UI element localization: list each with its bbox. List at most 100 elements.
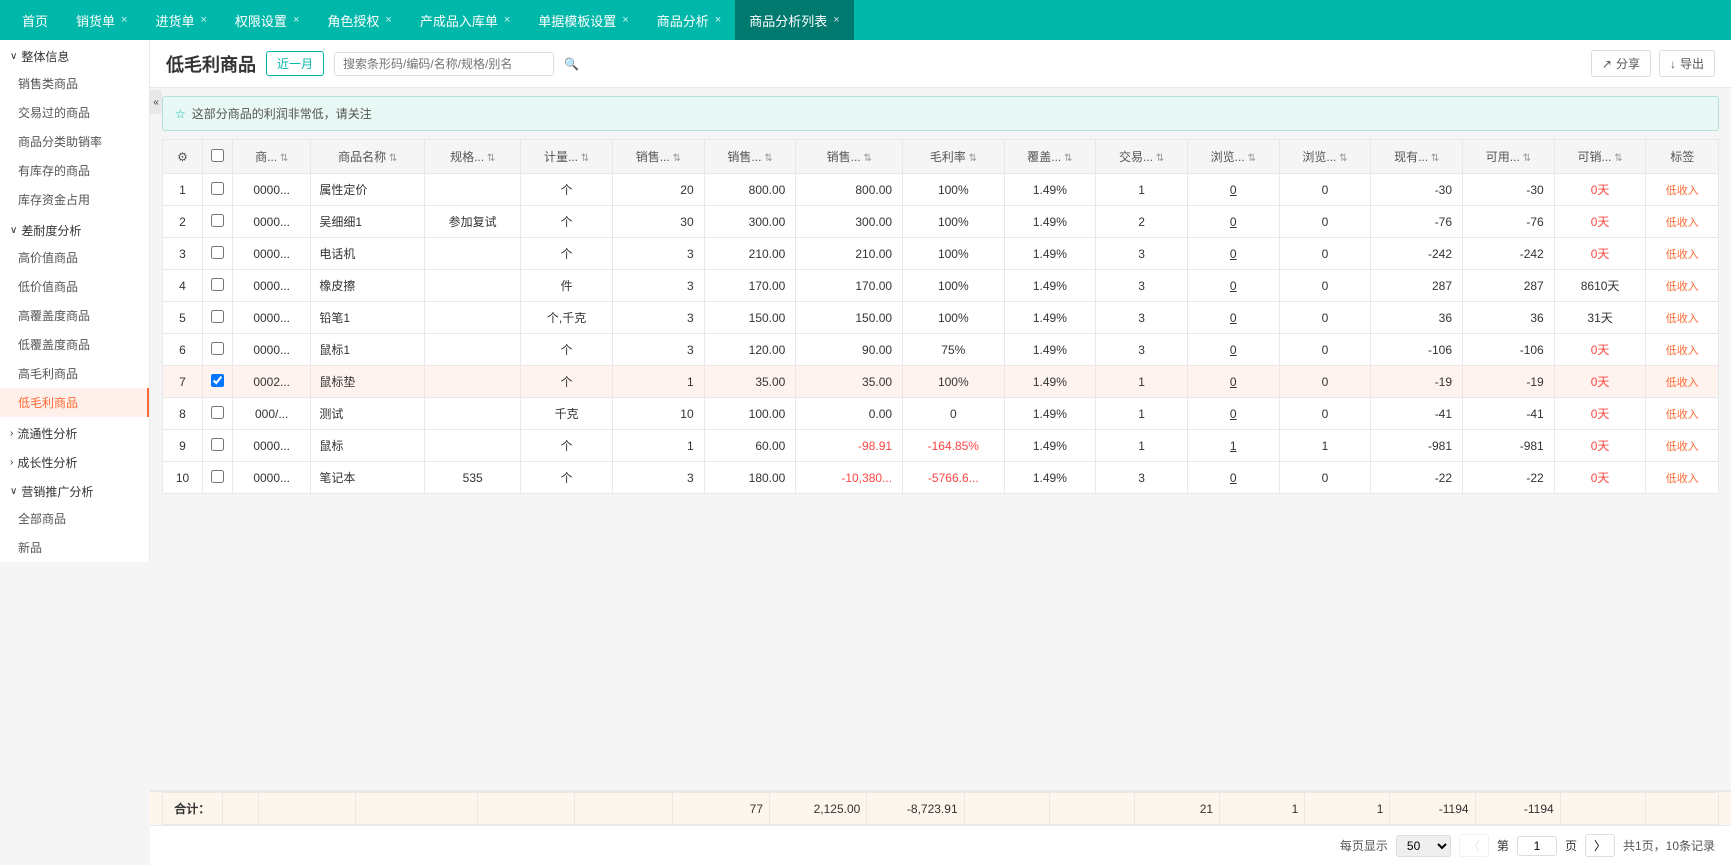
- row-browse1[interactable]: 0: [1187, 238, 1279, 270]
- row-browse1[interactable]: 0: [1187, 462, 1279, 494]
- row-checkbox[interactable]: [203, 334, 233, 366]
- sidebar-group-overview[interactable]: ∨ 整体信息: [0, 40, 149, 69]
- close-purchase-tab[interactable]: ×: [200, 14, 206, 26]
- row-browse1[interactable]: 0: [1187, 302, 1279, 334]
- page-size-select[interactable]: 50 100 200: [1396, 835, 1451, 857]
- nav-permissions[interactable]: 权限设置 ×: [221, 0, 313, 40]
- row-transactions: 1: [1096, 174, 1188, 206]
- close-analysis-list-tab[interactable]: ×: [833, 14, 839, 26]
- close-roles-tab[interactable]: ×: [385, 14, 391, 26]
- row-browse1[interactable]: 0: [1187, 366, 1279, 398]
- col-checkbox[interactable]: [203, 140, 233, 174]
- nav-analysis-list[interactable]: 商品分析列表 ×: [735, 0, 853, 40]
- export-button[interactable]: ↓ 导出: [1659, 50, 1715, 77]
- row-checkbox[interactable]: [203, 238, 233, 270]
- row-select-checkbox[interactable]: [211, 470, 224, 483]
- search-input[interactable]: [334, 52, 554, 76]
- sidebar-item-category-rate[interactable]: 商品分类助销率: [0, 127, 149, 156]
- row-browse1[interactable]: 0: [1187, 398, 1279, 430]
- sidebar-item-in-stock[interactable]: 有库存的商品: [0, 156, 149, 185]
- col-sales-profit[interactable]: 销售...: [796, 140, 903, 174]
- row-checkbox[interactable]: [203, 270, 233, 302]
- sidebar-item-sales-products[interactable]: 销售类商品: [0, 69, 149, 98]
- row-transactions: 1: [1096, 430, 1188, 462]
- row-spec: [425, 366, 521, 398]
- prev-page-button[interactable]: 〈: [1459, 834, 1489, 857]
- nav-sales[interactable]: 销货单 ×: [62, 0, 141, 40]
- row-select-checkbox[interactable]: [211, 214, 224, 227]
- row-select-checkbox[interactable]: [211, 310, 224, 323]
- sidebar-group-marketing[interactable]: ∨ 营销推广分析: [0, 475, 149, 504]
- sidebar-item-traded[interactable]: 交易过的商品: [0, 98, 149, 127]
- nav-product-analysis[interactable]: 商品分析 ×: [643, 0, 735, 40]
- row-select-checkbox[interactable]: [211, 438, 224, 451]
- nav-purchase[interactable]: 进货单 ×: [141, 0, 220, 40]
- col-name[interactable]: 商品名称: [311, 140, 425, 174]
- sidebar-group-abc[interactable]: ∨ 差耐度分析: [0, 214, 149, 243]
- row-saleable: 0天: [1554, 206, 1646, 238]
- sidebar-group-circulation[interactable]: › 流通性分析: [0, 417, 149, 446]
- total-sales-qty: 77: [672, 793, 769, 825]
- col-code[interactable]: 商...: [233, 140, 311, 174]
- row-browse1[interactable]: 0: [1187, 174, 1279, 206]
- row-select-checkbox[interactable]: [211, 182, 224, 195]
- row-checkbox[interactable]: [203, 398, 233, 430]
- row-browse1[interactable]: 0: [1187, 206, 1279, 238]
- row-select-checkbox[interactable]: [211, 342, 224, 355]
- select-all-checkbox[interactable]: [211, 149, 224, 162]
- row-browse1[interactable]: 1: [1187, 430, 1279, 462]
- nav-template-settings[interactable]: 单据模板设置 ×: [524, 0, 642, 40]
- row-sales-profit: 90.00: [796, 334, 903, 366]
- nav-home[interactable]: 首页: [8, 0, 62, 40]
- col-sales-price[interactable]: 销售...: [704, 140, 796, 174]
- close-permissions-tab[interactable]: ×: [293, 14, 299, 26]
- col-available[interactable]: 可用...: [1463, 140, 1555, 174]
- col-unit[interactable]: 计量...: [521, 140, 613, 174]
- date-filter-button[interactable]: 近一月: [266, 51, 324, 76]
- row-checkbox[interactable]: [203, 302, 233, 334]
- col-transactions[interactable]: 交易...: [1096, 140, 1188, 174]
- close-product-entry-tab[interactable]: ×: [504, 14, 510, 26]
- next-page-button[interactable]: 〉: [1585, 834, 1615, 857]
- col-sales-qty[interactable]: 销售...: [612, 140, 704, 174]
- row-select-checkbox[interactable]: [211, 374, 224, 387]
- sidebar-item-low-value[interactable]: 低价值商品: [0, 272, 149, 301]
- sidebar-item-all-products[interactable]: 全部商品: [0, 504, 149, 533]
- row-select-checkbox[interactable]: [211, 278, 224, 291]
- row-checkbox[interactable]: [203, 174, 233, 206]
- row-browse1[interactable]: 0: [1187, 270, 1279, 302]
- nav-product-entry[interactable]: 产成品入库单 ×: [406, 0, 524, 40]
- col-coverage[interactable]: 覆盖...: [1004, 140, 1096, 174]
- col-gross-rate[interactable]: 毛利率: [903, 140, 1004, 174]
- arrow-icon3: ›: [10, 428, 13, 439]
- page-number-input[interactable]: [1517, 836, 1557, 856]
- sidebar-group-growth[interactable]: › 成长性分析: [0, 446, 149, 475]
- sidebar-item-low-margin[interactable]: 低毛利商品: [0, 388, 149, 417]
- col-current-stock[interactable]: 现有...: [1371, 140, 1463, 174]
- nav-roles[interactable]: 角色授权 ×: [313, 0, 405, 40]
- sidebar-item-new-products[interactable]: 新品: [0, 533, 149, 562]
- row-select-checkbox[interactable]: [211, 246, 224, 259]
- sidebar-item-low-coverage[interactable]: 低覆盖度商品: [0, 330, 149, 359]
- col-spec[interactable]: 规格...: [425, 140, 521, 174]
- col-browse1[interactable]: 浏览...: [1187, 140, 1279, 174]
- close-analysis-tab[interactable]: ×: [715, 14, 721, 26]
- close-template-tab[interactable]: ×: [622, 14, 628, 26]
- row-checkbox[interactable]: [203, 430, 233, 462]
- share-button[interactable]: ↗ 分享: [1591, 50, 1651, 77]
- sidebar-item-high-value[interactable]: 高价值商品: [0, 243, 149, 272]
- row-checkbox[interactable]: [203, 462, 233, 494]
- sidebar-item-high-margin[interactable]: 高毛利商品: [0, 359, 149, 388]
- col-saleable[interactable]: 可销...: [1554, 140, 1646, 174]
- sidebar-item-high-coverage[interactable]: 高覆盖度商品: [0, 301, 149, 330]
- sidebar-item-stock-funds[interactable]: 库存资金占用: [0, 185, 149, 214]
- row-select-checkbox[interactable]: [211, 406, 224, 419]
- col-browse2[interactable]: 浏览...: [1279, 140, 1371, 174]
- search-icon[interactable]: 🔍: [564, 57, 579, 71]
- close-sales-tab[interactable]: ×: [121, 14, 127, 26]
- row-checkbox[interactable]: [203, 206, 233, 238]
- col-settings[interactable]: ⚙: [163, 140, 203, 174]
- sidebar-collapse-button[interactable]: «: [150, 90, 162, 114]
- row-browse1[interactable]: 0: [1187, 334, 1279, 366]
- row-checkbox[interactable]: [203, 366, 233, 398]
